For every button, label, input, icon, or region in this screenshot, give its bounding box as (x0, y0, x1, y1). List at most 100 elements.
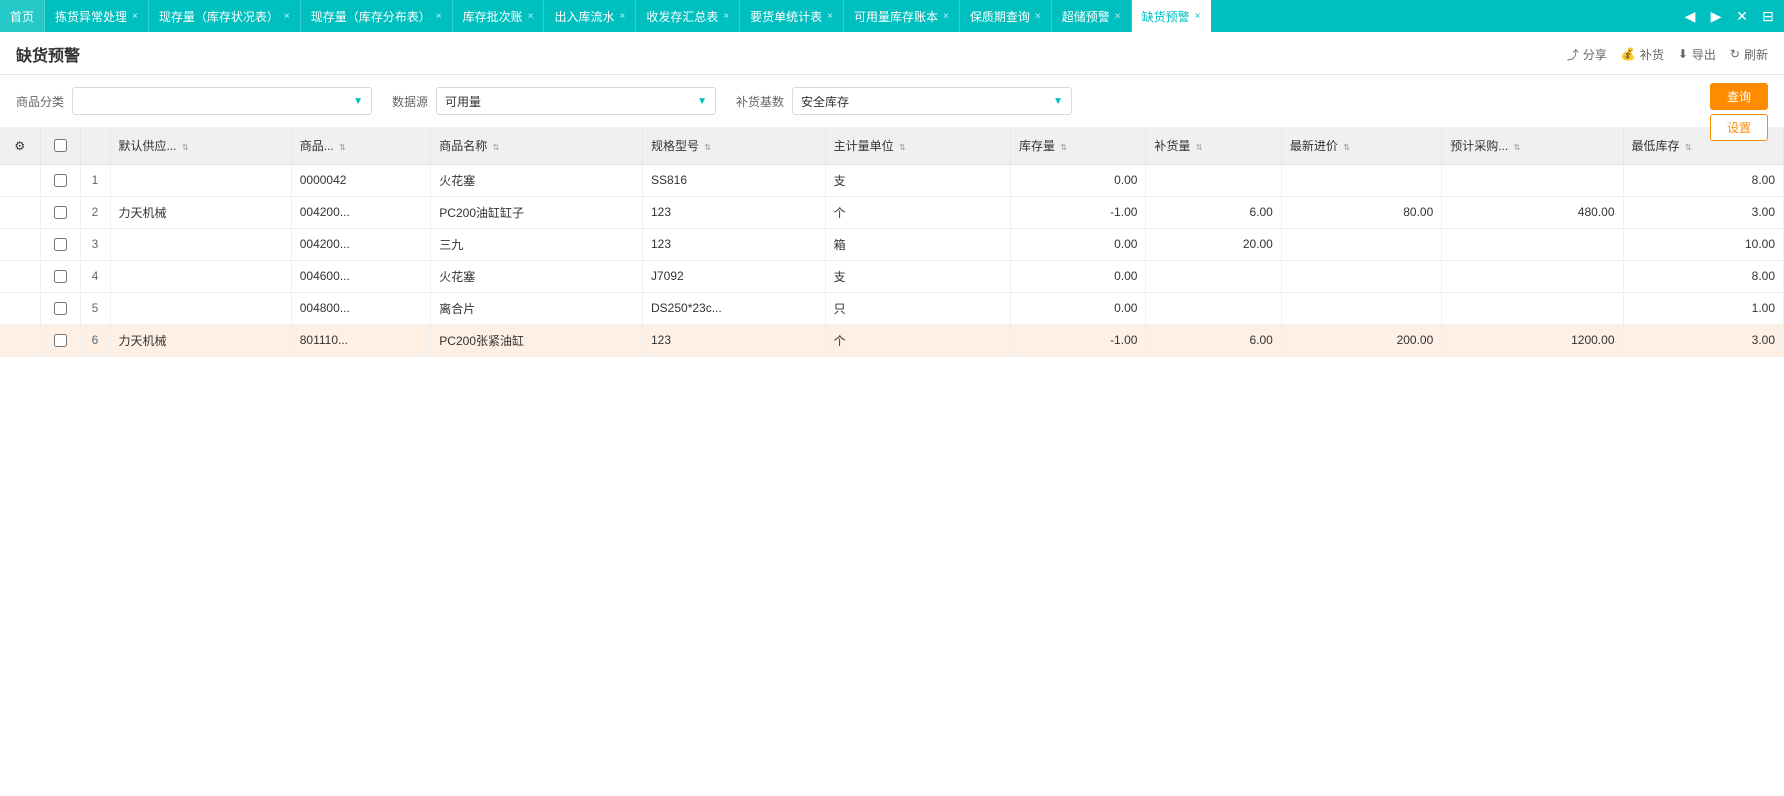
row-checkbox[interactable] (54, 238, 67, 251)
col-gear[interactable]: ⚙ (0, 128, 40, 164)
nav-close-current-button[interactable]: ✕ (1730, 4, 1754, 28)
close-tab-overstock[interactable]: × (1115, 11, 1121, 22)
page-title: 缺货预警 (16, 42, 80, 66)
row-supplier-cell (110, 260, 291, 292)
datasource-chevron-down-icon: ▼ (697, 96, 707, 107)
select-all-checkbox[interactable] (54, 139, 67, 152)
close-tab-demand-stat[interactable]: × (827, 11, 833, 22)
unit-sort-icon: ⇅ (899, 143, 906, 152)
row-check-cell[interactable] (40, 164, 80, 196)
row-latest-price-cell (1281, 260, 1441, 292)
table-container[interactable]: ⚙ 默认供应... ⇅ 商品... ⇅ (0, 128, 1784, 768)
datasource-label: 数据源 (392, 93, 428, 110)
tab-exception[interactable]: 拣货异常处理 × (45, 0, 149, 32)
tab-demand-stat[interactable]: 要货单统计表 × (740, 0, 844, 32)
col-supplier[interactable]: 默认供应... ⇅ (110, 128, 291, 164)
row-checkbox[interactable] (54, 270, 67, 283)
tab-shortage[interactable]: 缺货预警 × (1132, 0, 1212, 32)
tab-stock-status[interactable]: 现存量（库存状况表） × (149, 0, 301, 32)
refresh-button[interactable]: ↻ 刷新 (1730, 46, 1768, 63)
col-goods-code[interactable]: 商品... ⇅ (291, 128, 431, 164)
spec-sort-icon: ⇅ (704, 143, 711, 152)
row-gear-cell (0, 292, 40, 324)
replenish-sort-icon: ⇅ (1196, 143, 1203, 152)
row-est-purchase-cell: 1200.00 (1442, 324, 1623, 356)
row-goods-name-cell: 离合片 (431, 292, 643, 324)
row-stock-cell: 0.00 (1010, 260, 1145, 292)
row-latest-price-cell: 80.00 (1281, 196, 1441, 228)
row-checkbox[interactable] (54, 174, 67, 187)
row-gear-cell (0, 164, 40, 196)
nav-close-all-button[interactable]: ⊟ (1756, 4, 1780, 28)
close-tab-shortage[interactable]: × (1195, 11, 1201, 22)
gear-icon[interactable]: ⚙ (14, 139, 25, 153)
export-button[interactable]: ⬇ 导出 (1678, 46, 1716, 63)
row-check-cell[interactable] (40, 292, 80, 324)
row-replenish-cell: 20.00 (1146, 228, 1281, 260)
close-tab-available-ledger[interactable]: × (943, 11, 949, 22)
nav-prev-button[interactable]: ◀ (1678, 4, 1702, 28)
col-spec[interactable]: 规格型号 ⇅ (643, 128, 826, 164)
row-goods-code-cell: 004800... (291, 292, 431, 324)
row-checkbox[interactable] (54, 302, 67, 315)
col-unit[interactable]: 主计量单位 ⇅ (825, 128, 1010, 164)
row-check-cell[interactable] (40, 324, 80, 356)
min-stock-sort-icon: ⇅ (1685, 143, 1692, 152)
col-latest-price[interactable]: 最新进价 ⇅ (1281, 128, 1441, 164)
col-stock[interactable]: 库存量 ⇅ (1010, 128, 1145, 164)
close-tab-receipt-summary[interactable]: × (723, 11, 729, 22)
row-est-purchase-cell (1442, 292, 1623, 324)
shortage-table: ⚙ 默认供应... ⇅ 商品... ⇅ (0, 128, 1784, 357)
row-spec-cell: J7092 (643, 260, 826, 292)
close-tab-expiry[interactable]: × (1035, 11, 1041, 22)
row-stock-cell: -1.00 (1010, 324, 1145, 356)
query-button[interactable]: 查询 (1710, 83, 1768, 110)
replenish-basis-select[interactable]: 安全库存 ▼ (792, 87, 1072, 115)
category-filter-group: 商品分类 ▼ (16, 87, 372, 115)
row-checkbox[interactable] (54, 334, 67, 347)
tab-inout-flow[interactable]: 出入库流水 × (544, 0, 636, 32)
col-check[interactable] (40, 128, 80, 164)
close-tab-inout-flow[interactable]: × (619, 11, 625, 22)
row-goods-code-cell: 0000042 (291, 164, 431, 196)
nav-next-button[interactable]: ▶ (1704, 4, 1728, 28)
replenish-button[interactable]: 💰 补货 (1621, 46, 1664, 63)
row-replenish-cell: 6.00 (1146, 196, 1281, 228)
close-tab-batch[interactable]: × (528, 11, 534, 22)
category-label: 商品分类 (16, 93, 64, 110)
tab-expiry[interactable]: 保质期查询 × (960, 0, 1052, 32)
tab-batch[interactable]: 库存批次账 × (453, 0, 545, 32)
row-no-cell: 3 (80, 228, 110, 260)
row-no-cell: 5 (80, 292, 110, 324)
row-checkbox[interactable] (54, 206, 67, 219)
col-est-purchase[interactable]: 预计采购... ⇅ (1442, 128, 1623, 164)
close-tab-stock-dist[interactable]: × (436, 11, 442, 22)
row-check-cell[interactable] (40, 196, 80, 228)
col-goods-name[interactable]: 商品名称 ⇅ (431, 128, 643, 164)
col-replenish[interactable]: 补货量 ⇅ (1146, 128, 1281, 164)
col-min-stock[interactable]: 最低库存 ⇅ (1623, 128, 1784, 164)
close-tab-exception[interactable]: × (132, 11, 138, 22)
row-spec-cell: SS816 (643, 164, 826, 196)
row-goods-name-cell: 火花塞 (431, 164, 643, 196)
table-body: 1 0000042 火花塞 SS816 支 0.00 8.00 2 力天机械 0… (0, 164, 1784, 356)
close-tab-stock-status[interactable]: × (284, 11, 290, 22)
tab-available-ledger[interactable]: 可用量库存账本 × (844, 0, 960, 32)
tab-stock-dist[interactable]: 现存量（库存分布表） × (301, 0, 453, 32)
filter-bar: 商品分类 ▼ 数据源 可用量 ▼ 补货基数 安全库存 ▼ 查询 设置 (0, 75, 1784, 128)
row-latest-price-cell (1281, 164, 1441, 196)
row-stock-cell: 0.00 (1010, 292, 1145, 324)
row-check-cell[interactable] (40, 260, 80, 292)
category-select[interactable]: ▼ (72, 87, 372, 115)
row-gear-cell (0, 324, 40, 356)
tab-overstock[interactable]: 超储预警 × (1052, 0, 1132, 32)
tab-receipt-summary[interactable]: 收发存汇总表 × (636, 0, 740, 32)
row-check-cell[interactable] (40, 228, 80, 260)
table-row: 5 004800... 离合片 DS250*23c... 只 0.00 1.00 (0, 292, 1784, 324)
row-min-stock-cell: 1.00 (1623, 292, 1784, 324)
share-button[interactable]: ⤴ 分享 (1567, 46, 1607, 63)
tab-home[interactable]: 首页 (0, 0, 45, 32)
stock-sort-icon: ⇅ (1060, 143, 1067, 152)
datasource-select[interactable]: 可用量 ▼ (436, 87, 716, 115)
datasource-value: 可用量 (445, 93, 481, 110)
